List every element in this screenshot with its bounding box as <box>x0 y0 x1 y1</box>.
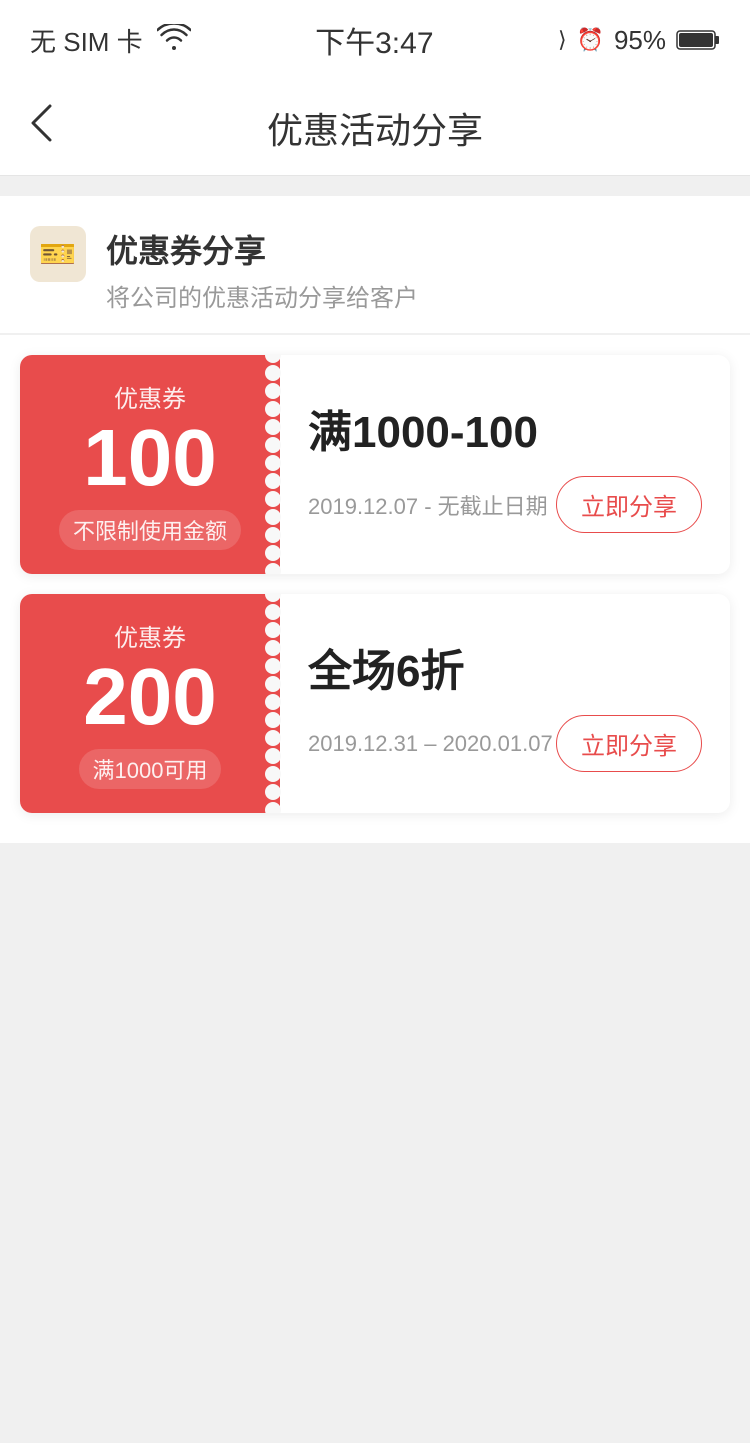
coupon-amount-2: 200 <box>83 657 216 737</box>
divider-top <box>0 176 750 196</box>
zigzag-2 <box>265 594 281 813</box>
coupon-card-2: 优惠券 200 满1000可用 全场6折 2019.12.31 – 2020.0… <box>20 594 730 813</box>
battery-percent: 95% <box>614 25 666 56</box>
coupon-card-1: 优惠券 100 不限制使用金额 满1000-100 2019.12.07 - 无… <box>20 355 730 574</box>
page-title: 优惠活动分享 <box>267 102 483 154</box>
coupon-title-2: 全场6折 <box>308 635 702 699</box>
wifi-icon <box>157 24 191 57</box>
coupon-label-1: 优惠券 <box>114 379 186 414</box>
coupon-left-1: 优惠券 100 不限制使用金额 <box>20 355 280 574</box>
alarm-icon: ⏰ <box>577 27 604 53</box>
share-button-1[interactable]: 立即分享 <box>556 476 702 533</box>
section-title: 优惠券分享 <box>106 226 418 272</box>
page-background <box>0 843 750 1443</box>
status-right: ⟩ ⏰ 95% <box>558 25 720 56</box>
coupon-list: 优惠券 100 不限制使用金额 满1000-100 2019.12.07 - 无… <box>0 335 750 843</box>
coupon-title-1: 满1000-100 <box>308 396 702 460</box>
battery-icon <box>676 29 720 51</box>
nav-bar: 优惠活动分享 <box>0 80 750 176</box>
coupon-right-1: 满1000-100 2019.12.07 - 无截止日期 立即分享 <box>280 355 730 574</box>
coupon-date-1: 2019.12.07 - 无截止日期 <box>308 489 548 521</box>
coupon-condition-2: 满1000可用 <box>79 749 222 789</box>
section-header-icon: 🎫 <box>30 226 86 282</box>
coupon-date-2: 2019.12.31 – 2020.01.07 <box>308 731 553 757</box>
status-left: 无 SIM 卡 <box>30 22 191 59</box>
section-header-text: 优惠券分享 将公司的优惠活动分享给客户 <box>106 226 418 313</box>
status-bar: 无 SIM 卡 下午3:47 ⟩ ⏰ 95% <box>0 0 750 80</box>
share-button-2[interactable]: 立即分享 <box>556 715 702 772</box>
zigzag-1 <box>265 355 281 574</box>
coupon-right-2: 全场6折 2019.12.31 – 2020.01.07 立即分享 <box>280 594 730 813</box>
section-header: 🎫 优惠券分享 将公司的优惠活动分享给客户 <box>0 196 750 333</box>
back-button[interactable] <box>30 104 52 151</box>
status-time: 下午3:47 <box>315 18 433 62</box>
coupon-left-2: 优惠券 200 满1000可用 <box>20 594 280 813</box>
coupon-amount-1: 100 <box>83 418 216 498</box>
location-icon: ⟩ <box>558 27 567 53</box>
section-subtitle: 将公司的优惠活动分享给客户 <box>106 278 418 313</box>
carrier-label: 无 SIM 卡 <box>30 22 143 59</box>
coupon-condition-1: 不限制使用金额 <box>59 510 241 550</box>
coupon-label-2: 优惠券 <box>114 618 186 653</box>
